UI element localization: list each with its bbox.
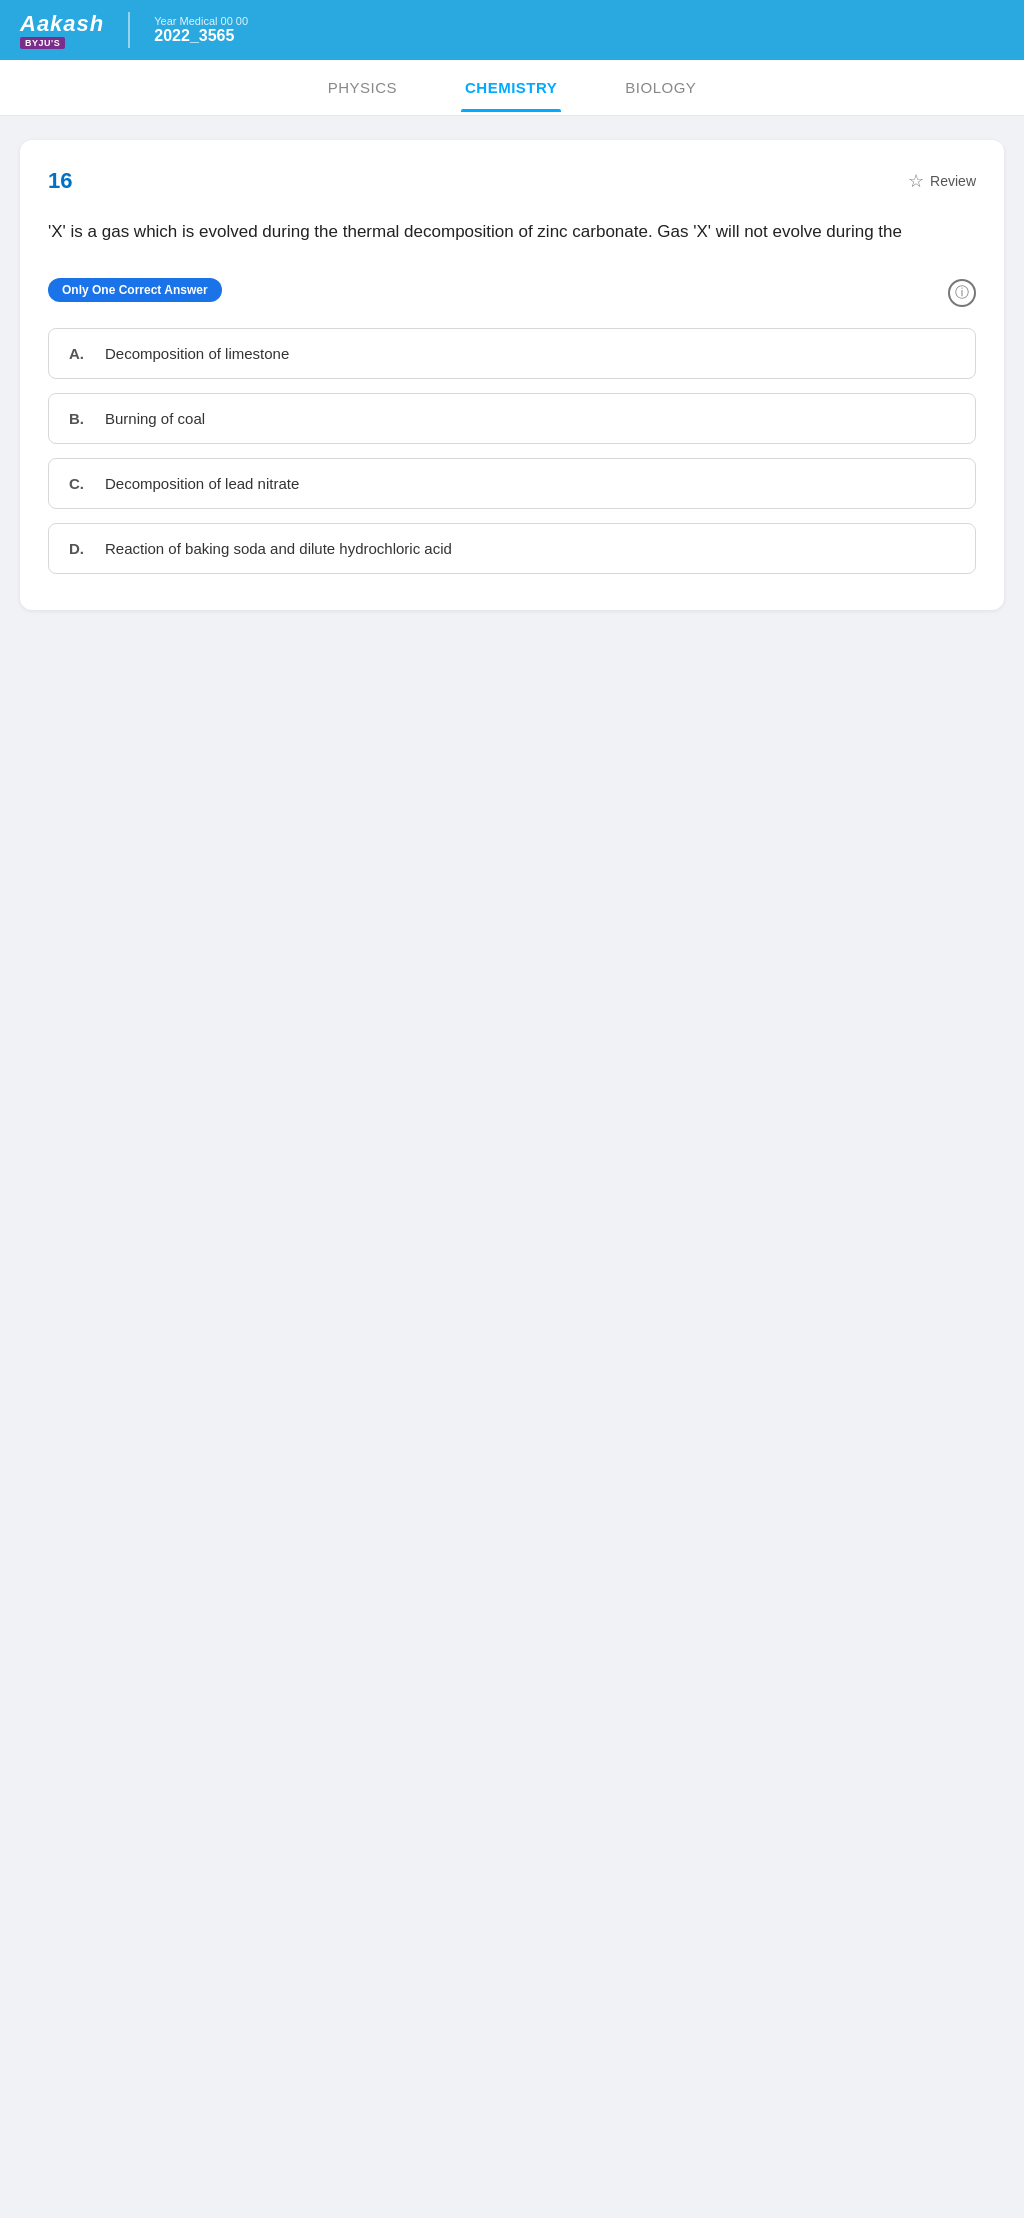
review-label: Review <box>930 173 976 189</box>
option-c-label: C. <box>69 475 89 492</box>
info-icon[interactable]: ⓘ <box>948 279 976 307</box>
tab-biology[interactable]: BIOLOGY <box>621 63 700 112</box>
bottom-space <box>0 634 1024 1734</box>
question-number: 16 <box>48 168 72 194</box>
options-list: A. Decomposition of limestone B. Burning… <box>48 328 976 574</box>
main-content: 16 ☆ Review 'X' is a gas which is evolve… <box>0 116 1024 634</box>
header-info: Year Medical 00 00 2022_3565 <box>154 15 248 45</box>
question-card: 16 ☆ Review 'X' is a gas which is evolve… <box>20 140 1004 610</box>
option-b[interactable]: B. Burning of coal <box>48 393 976 444</box>
review-button[interactable]: ☆ Review <box>908 170 976 192</box>
option-c-text: Decomposition of lead nitrate <box>105 475 299 492</box>
tab-chemistry[interactable]: CHEMISTRY <box>461 63 561 112</box>
tabs-bar: PHYSICS CHEMISTRY BIOLOGY <box>0 60 1024 116</box>
option-c[interactable]: C. Decomposition of lead nitrate <box>48 458 976 509</box>
header-subtitle: Year Medical 00 00 <box>154 15 248 27</box>
option-d-label: D. <box>69 540 89 557</box>
option-a-text: Decomposition of limestone <box>105 345 289 362</box>
answer-type-row: Only One Correct Answer ⓘ <box>48 278 976 308</box>
header-code: 2022_3565 <box>154 27 248 45</box>
option-b-label: B. <box>69 410 89 427</box>
option-d[interactable]: D. Reaction of baking soda and dilute hy… <box>48 523 976 574</box>
app-header: Aakash BYJU'S Year Medical 00 00 2022_35… <box>0 0 1024 60</box>
option-a-label: A. <box>69 345 89 362</box>
option-d-text: Reaction of baking soda and dilute hydro… <box>105 540 452 557</box>
question-text: 'X' is a gas which is evolved during the… <box>48 218 976 246</box>
logo-byjus: BYJU'S <box>20 37 65 49</box>
option-a[interactable]: A. Decomposition of limestone <box>48 328 976 379</box>
question-header: 16 ☆ Review <box>48 168 976 194</box>
header-divider <box>128 12 130 48</box>
option-b-text: Burning of coal <box>105 410 205 427</box>
answer-type-tag: Only One Correct Answer <box>48 278 222 302</box>
tab-physics[interactable]: PHYSICS <box>324 63 401 112</box>
star-icon: ☆ <box>908 170 924 192</box>
logo-area: Aakash BYJU'S <box>20 11 104 49</box>
logo-aakash: Aakash <box>20 11 104 37</box>
